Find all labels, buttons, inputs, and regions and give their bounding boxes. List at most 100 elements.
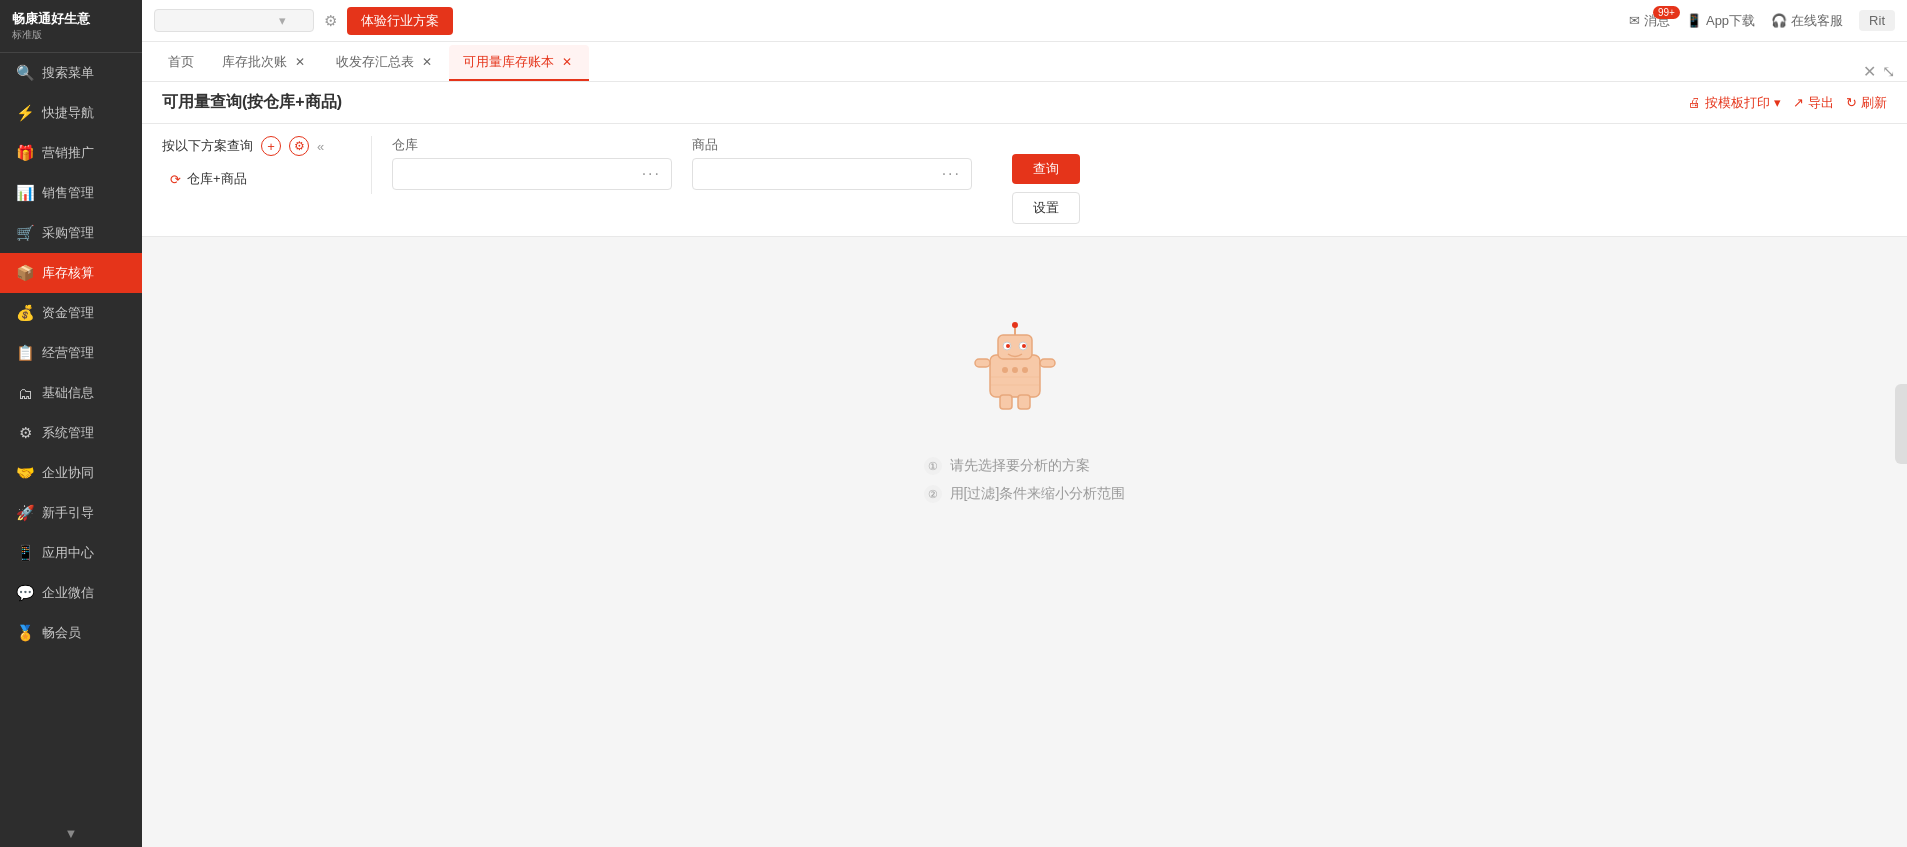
window-expand-btn[interactable]: ⤡: [1882, 62, 1895, 81]
tip-num-1: ①: [924, 457, 942, 475]
sales-icon: 📊: [16, 184, 34, 202]
refresh-icon: ↻: [1846, 95, 1857, 110]
export-label: 导出: [1808, 94, 1834, 112]
sidebar-item-operation[interactable]: 📋 经营管理: [0, 333, 142, 373]
settings-btn[interactable]: 设置: [1012, 192, 1080, 224]
finance-icon: 💰: [16, 304, 34, 322]
print-btn[interactable]: 🖨 按模板打印 ▾: [1688, 94, 1781, 112]
sidebar-item-appstore[interactable]: 📱 应用中心: [0, 533, 142, 573]
sidebar-item-label: 企业微信: [42, 584, 94, 602]
empty-tips: ① 请先选择要分析的方案 ② 用[过滤]条件来缩小分析范围: [924, 457, 1126, 503]
svg-point-11: [1012, 367, 1018, 373]
tab-available-ledger-close[interactable]: ✕: [559, 54, 575, 70]
operation-icon: 📋: [16, 344, 34, 362]
sidebar-item-marketing[interactable]: 🎁 营销推广: [0, 133, 142, 173]
main-area: ▾ ⚙ 体验行业方案 ✉ 消息 99+ 📱 App下载 🎧 在线客服 Rit: [142, 0, 1907, 847]
sidebar-scroll-down[interactable]: ▼: [0, 820, 142, 847]
scheme-settings-btn[interactable]: ⚙: [289, 136, 309, 156]
search-icon: 🔍: [16, 64, 34, 82]
app-name: 畅康通好生意: [12, 10, 130, 28]
sidebar-item-newbie[interactable]: 🚀 新手引导: [0, 493, 142, 533]
tip-num-2: ②: [924, 485, 942, 503]
topbar-search-input[interactable]: [163, 14, 273, 28]
warehouse-more-btn[interactable]: ···: [642, 165, 661, 183]
tabs-right-controls: ✕ ⤡: [1863, 62, 1895, 81]
app-download-btn[interactable]: 📱 App下载: [1686, 12, 1755, 30]
page-content: 可用量查询(按仓库+商品) 🖨 按模板打印 ▾ ↗ 导出 ↻ 刷新: [142, 82, 1907, 847]
sidebar-item-system[interactable]: ⚙ 系统管理: [0, 413, 142, 453]
vip-icon: 🏅: [16, 624, 34, 642]
tip-text-1: 请先选择要分析的方案: [950, 457, 1090, 475]
scheme-item-warehouse-goods[interactable]: ⟳ 仓库+商品: [162, 164, 359, 194]
sidebar-item-label: 新手引导: [42, 504, 94, 522]
scheme-item-label: 仓库+商品: [187, 170, 247, 188]
svg-point-10: [1002, 367, 1008, 373]
message-btn[interactable]: ✉ 消息 99+: [1629, 12, 1670, 30]
right-scrollbar[interactable]: [1895, 384, 1907, 464]
goods-field: 商品 ···: [692, 136, 972, 190]
user-btn[interactable]: Rit: [1859, 10, 1895, 31]
sidebar-item-label: 系统管理: [42, 424, 94, 442]
sidebar-item-label: 快捷导航: [42, 104, 94, 122]
sidebar-item-enterprise[interactable]: 🤝 企业协同: [0, 453, 142, 493]
sidebar-item-purchase[interactable]: 🛒 采购管理: [0, 213, 142, 253]
goods-more-btn[interactable]: ···: [942, 165, 961, 183]
message-icon: ✉: [1629, 13, 1640, 28]
sidebar-item-label: 应用中心: [42, 544, 94, 562]
sidebar-item-wechat[interactable]: 💬 企业微信: [0, 573, 142, 613]
goods-input[interactable]: [703, 167, 942, 182]
sidebar-item-sales[interactable]: 📊 销售管理: [0, 173, 142, 213]
user-label: Rit: [1869, 13, 1885, 28]
sidebar-scroll: 🔍 搜索菜单 ⚡ 快捷导航 🎁 营销推广 📊 销售管理 🛒 采购管理 📦 库存核…: [0, 53, 142, 820]
query-btn[interactable]: 查询: [1012, 154, 1080, 184]
service-label: 在线客服: [1791, 12, 1843, 30]
sidebar-item-label: 经营管理: [42, 344, 94, 362]
sidebar-item-basic[interactable]: 🗂 基础信息: [0, 373, 142, 413]
service-btn[interactable]: 🎧 在线客服: [1771, 12, 1843, 30]
topbar: ▾ ⚙ 体验行业方案 ✉ 消息 99+ 📱 App下载 🎧 在线客服 Rit: [142, 0, 1907, 42]
sidebar-item-vip[interactable]: 🏅 畅会员: [0, 613, 142, 653]
warehouse-label: 仓库: [392, 136, 672, 154]
tab-batch-ledger-label: 库存批次账: [222, 53, 287, 71]
appstore-icon: 📱: [16, 544, 34, 562]
tab-available-ledger[interactable]: 可用量库存账本 ✕: [449, 45, 589, 81]
sidebar-item-label: 资金管理: [42, 304, 94, 322]
gear-icon[interactable]: ⚙: [324, 12, 337, 30]
svg-point-3: [1012, 322, 1018, 328]
svg-rect-9: [1040, 359, 1055, 367]
inventory-icon: 📦: [16, 264, 34, 282]
svg-rect-0: [990, 355, 1040, 397]
tab-stock-summary[interactable]: 收发存汇总表 ✕: [322, 45, 449, 81]
sidebar-item-inventory[interactable]: 📦 库存核算: [0, 253, 142, 293]
collapse-btn[interactable]: «: [317, 139, 324, 154]
add-scheme-btn[interactable]: +: [261, 136, 281, 156]
export-btn[interactable]: ↗ 导出: [1793, 94, 1834, 112]
svg-rect-8: [975, 359, 990, 367]
refresh-btn[interactable]: ↻ 刷新: [1846, 94, 1887, 112]
sidebar-item-label: 基础信息: [42, 384, 94, 402]
print-label: 按模板打印: [1705, 94, 1770, 112]
tab-home[interactable]: 首页: [154, 45, 208, 81]
sidebar-item-label: 畅会员: [42, 624, 81, 642]
sidebar-item-label: 搜索菜单: [42, 64, 94, 82]
trial-btn[interactable]: 体验行业方案: [347, 7, 453, 35]
warehouse-input[interactable]: [403, 167, 642, 182]
filter-scheme-title: 按以下方案查询: [162, 137, 253, 155]
close-icon: ✕: [562, 55, 572, 69]
topbar-dropdown-icon[interactable]: ▾: [279, 13, 286, 28]
sidebar-item-search[interactable]: 🔍 搜索菜单: [0, 53, 142, 93]
filter-fields: 仓库 ··· 商品 ··· 查询 设置: [372, 136, 1887, 224]
print-dropdown-icon[interactable]: ▾: [1774, 95, 1781, 110]
tab-batch-ledger[interactable]: 库存批次账 ✕: [208, 45, 322, 81]
empty-tip-1: ① 请先选择要分析的方案: [924, 457, 1126, 475]
tab-stock-summary-close[interactable]: ✕: [419, 54, 435, 70]
sidebar-item-shortcut[interactable]: ⚡ 快捷导航: [0, 93, 142, 133]
goods-label: 商品: [692, 136, 972, 154]
page-header-actions: 🖨 按模板打印 ▾ ↗ 导出 ↻ 刷新: [1688, 94, 1887, 112]
sidebar-item-finance[interactable]: 💰 资金管理: [0, 293, 142, 333]
filter-actions: 查询 设置: [992, 136, 1080, 224]
purchase-icon: 🛒: [16, 224, 34, 242]
window-close-btn[interactable]: ✕: [1863, 62, 1876, 81]
empty-illustration: [965, 317, 1085, 437]
tab-batch-ledger-close[interactable]: ✕: [292, 54, 308, 70]
